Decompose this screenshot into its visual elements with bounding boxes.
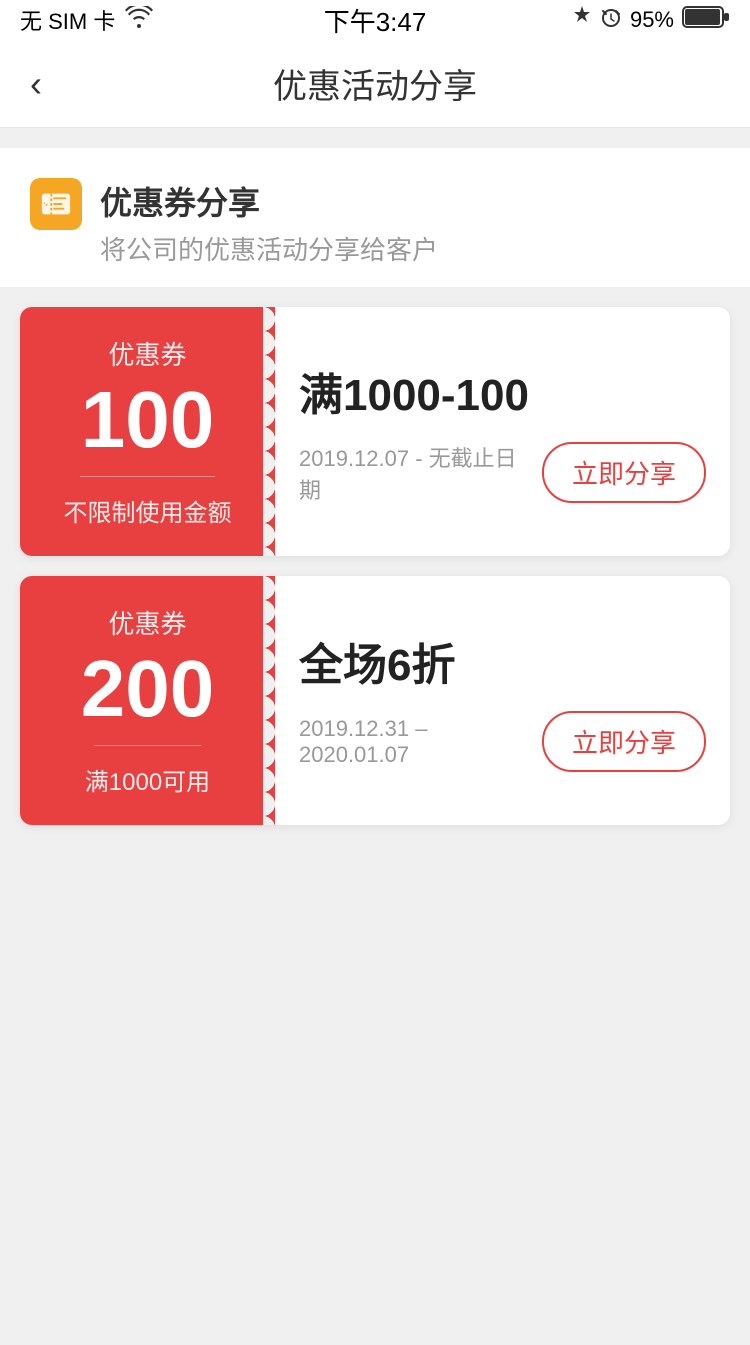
status-time: 下午3:47	[324, 2, 427, 39]
nav-title: 优惠活动分享	[273, 59, 477, 108]
status-bar: 无 SIM 卡 下午3:47 95%	[0, 0, 750, 40]
coupon-condition-2: 满1000可用	[85, 762, 210, 797]
coupon-stub-2: 优惠券 200 满1000可用	[20, 576, 275, 825]
carrier-text: 无 SIM 卡	[20, 4, 115, 36]
separator-top	[0, 128, 750, 148]
coupon-date-2: 2019.12.31 – 2020.01.07	[299, 716, 532, 768]
status-left: 无 SIM 卡	[20, 4, 153, 36]
back-button[interactable]: ‹	[30, 63, 42, 105]
wifi-icon	[125, 6, 153, 34]
coupon-card-2: 优惠券 200 满1000可用 全场6折 2019.12.31 – 2020.0…	[20, 576, 730, 825]
empty-area	[0, 845, 750, 1345]
coupon-title-1: 满1000-100	[299, 359, 706, 423]
location-icon	[572, 6, 592, 34]
coupon-date-1: 2019.12.07 - 无截止日期	[299, 441, 532, 505]
coupon-body-2: 全场6折 2019.12.31 – 2020.01.07 立即分享	[275, 576, 730, 825]
coupon-divider-1	[80, 476, 214, 477]
alarm-icon	[600, 6, 622, 34]
section-text-block: 优惠券分享 将公司的优惠活动分享给客户	[100, 178, 438, 267]
coupon-value-2: 200	[81, 649, 214, 729]
section-title: 优惠券分享	[100, 178, 438, 224]
section-subtitle: 将公司的优惠活动分享给客户	[100, 230, 438, 267]
battery-text: 95%	[630, 7, 674, 33]
section-header: 优惠券分享 将公司的优惠活动分享给客户	[0, 148, 750, 287]
coupon-body-1: 满1000-100 2019.12.07 - 无截止日期 立即分享	[275, 307, 730, 556]
coupon-type-1: 优惠券	[108, 335, 186, 372]
coupon-bottom-row-1: 2019.12.07 - 无截止日期 立即分享	[299, 441, 706, 505]
coupon-value-1: 100	[81, 380, 214, 460]
share-button-2[interactable]: 立即分享	[542, 711, 706, 772]
coupon-title-2: 全场6折	[299, 629, 706, 693]
coupon-list: 优惠券 100 不限制使用金额 满1000-100 2019.12.07 - 无…	[0, 287, 750, 845]
section-icon	[30, 178, 82, 230]
coupon-card-1: 优惠券 100 不限制使用金额 满1000-100 2019.12.07 - 无…	[20, 307, 730, 556]
coupon-stub-1: 优惠券 100 不限制使用金额	[20, 307, 275, 556]
nav-bar: ‹ 优惠活动分享	[0, 40, 750, 128]
coupon-type-2: 优惠券	[108, 604, 186, 641]
share-button-1[interactable]: 立即分享	[542, 442, 706, 503]
battery-icon	[682, 5, 730, 35]
coupon-condition-1: 不限制使用金额	[64, 493, 232, 528]
status-right: 95%	[572, 5, 730, 35]
coupon-divider-2	[94, 745, 201, 746]
coupon-bottom-row-2: 2019.12.31 – 2020.01.07 立即分享	[299, 711, 706, 772]
